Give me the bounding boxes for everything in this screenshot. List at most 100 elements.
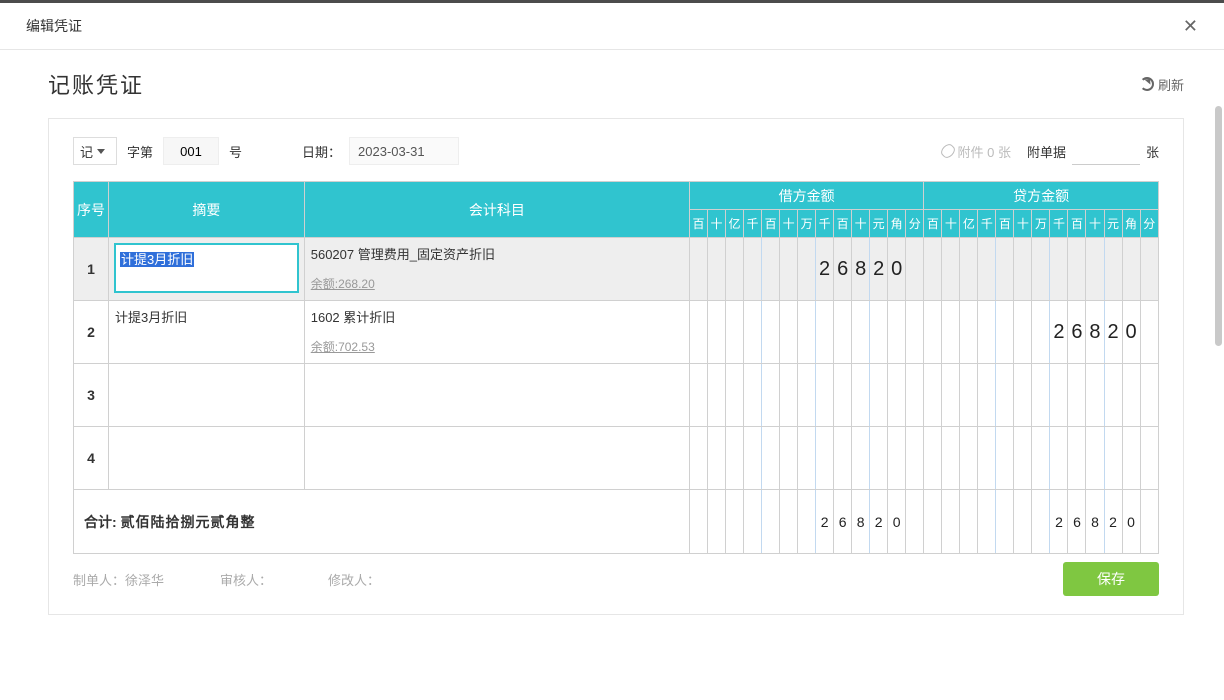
credit-digit-cell[interactable] xyxy=(978,238,996,301)
credit-digit-cell[interactable] xyxy=(1140,238,1158,301)
credit-digit-cell[interactable] xyxy=(1050,427,1068,490)
credit-digit-cell[interactable]: 8 xyxy=(1086,490,1104,554)
debit-digit-cell[interactable] xyxy=(870,427,888,490)
credit-digit-cell[interactable] xyxy=(1086,427,1104,490)
debit-digit-cell[interactable] xyxy=(798,301,816,364)
debit-digit-cell[interactable] xyxy=(888,364,906,427)
credit-digit-cell[interactable] xyxy=(1050,238,1068,301)
debit-digit-cell[interactable] xyxy=(834,364,852,427)
debit-digit-cell[interactable] xyxy=(780,490,798,554)
debit-digit-cell[interactable] xyxy=(852,301,870,364)
account-cell[interactable]: 560207 管理费用_固定资产折旧余额:268.20 xyxy=(304,238,689,301)
credit-digit-cell[interactable]: 2 xyxy=(1050,490,1068,554)
debit-digit-cell[interactable]: 2 xyxy=(816,490,834,554)
credit-digit-cell[interactable] xyxy=(960,301,978,364)
credit-digit-cell[interactable]: 2 xyxy=(1104,490,1122,554)
debit-digit-cell[interactable] xyxy=(816,364,834,427)
debit-digit-cell[interactable] xyxy=(852,364,870,427)
credit-digit-cell[interactable] xyxy=(1104,427,1122,490)
credit-digit-cell[interactable]: 6 xyxy=(1068,301,1086,364)
account-cell[interactable]: 1602 累计折旧余额:702.53 xyxy=(304,301,689,364)
credit-digit-cell[interactable] xyxy=(960,490,978,554)
debit-digit-cell[interactable] xyxy=(780,238,798,301)
bill-count-input[interactable] xyxy=(1072,137,1140,165)
credit-digit-cell[interactable] xyxy=(924,364,942,427)
debit-digit-cell[interactable] xyxy=(690,490,708,554)
debit-digit-cell[interactable] xyxy=(798,427,816,490)
credit-digit-cell[interactable] xyxy=(1068,238,1086,301)
credit-digit-cell[interactable] xyxy=(942,427,960,490)
debit-digit-cell[interactable] xyxy=(744,490,762,554)
debit-digit-cell[interactable] xyxy=(708,427,726,490)
credit-digit-cell[interactable]: 2 xyxy=(1104,301,1122,364)
debit-digit-cell[interactable] xyxy=(726,490,744,554)
summary-cell[interactable]: 计提3月折旧 xyxy=(109,238,305,301)
debit-digit-cell[interactable]: 2 xyxy=(870,238,888,301)
voucher-type-select[interactable]: 记 xyxy=(73,137,117,165)
balance-link[interactable]: 余额:268.20 xyxy=(311,275,375,292)
attachment-link[interactable]: 附件 0 张 xyxy=(942,142,1011,161)
credit-digit-cell[interactable] xyxy=(996,364,1014,427)
credit-digit-cell[interactable] xyxy=(1032,490,1050,554)
account-cell[interactable] xyxy=(304,427,689,490)
debit-digit-cell[interactable] xyxy=(762,238,780,301)
debit-digit-cell[interactable]: 0 xyxy=(888,238,906,301)
credit-digit-cell[interactable] xyxy=(1014,364,1032,427)
credit-digit-cell[interactable] xyxy=(1122,364,1140,427)
voucher-number-input[interactable] xyxy=(163,137,219,165)
debit-digit-cell[interactable] xyxy=(780,301,798,364)
credit-digit-cell[interactable] xyxy=(996,238,1014,301)
credit-digit-cell[interactable] xyxy=(942,490,960,554)
debit-digit-cell[interactable] xyxy=(870,301,888,364)
debit-digit-cell[interactable]: 8 xyxy=(852,490,870,554)
credit-digit-cell[interactable] xyxy=(996,490,1014,554)
credit-digit-cell[interactable] xyxy=(960,427,978,490)
credit-digit-cell[interactable] xyxy=(942,238,960,301)
summary-cell[interactable]: 计提3月折旧 xyxy=(109,301,305,364)
refresh-button[interactable]: 刷新 xyxy=(1140,75,1184,94)
credit-digit-cell[interactable] xyxy=(924,490,942,554)
debit-digit-cell[interactable] xyxy=(906,490,924,554)
credit-digit-cell[interactable] xyxy=(1122,427,1140,490)
credit-digit-cell[interactable] xyxy=(1068,427,1086,490)
credit-digit-cell[interactable] xyxy=(978,490,996,554)
debit-digit-cell[interactable] xyxy=(780,364,798,427)
credit-digit-cell[interactable] xyxy=(978,301,996,364)
debit-digit-cell[interactable]: 2 xyxy=(870,490,888,554)
debit-digit-cell[interactable] xyxy=(798,364,816,427)
scrollbar[interactable] xyxy=(1215,106,1222,346)
debit-digit-cell[interactable] xyxy=(708,490,726,554)
debit-digit-cell[interactable] xyxy=(870,364,888,427)
credit-digit-cell[interactable]: 0 xyxy=(1122,301,1140,364)
credit-digit-cell[interactable] xyxy=(1068,364,1086,427)
debit-digit-cell[interactable] xyxy=(834,427,852,490)
debit-digit-cell[interactable] xyxy=(726,301,744,364)
date-input[interactable]: 2023-03-31 xyxy=(349,137,459,165)
debit-digit-cell[interactable] xyxy=(780,427,798,490)
credit-digit-cell[interactable] xyxy=(1014,427,1032,490)
debit-digit-cell[interactable] xyxy=(834,301,852,364)
debit-digit-cell[interactable] xyxy=(852,427,870,490)
debit-digit-cell[interactable] xyxy=(798,490,816,554)
credit-digit-cell[interactable] xyxy=(942,301,960,364)
debit-digit-cell[interactable] xyxy=(906,427,924,490)
summary-input[interactable]: 计提3月折旧 xyxy=(114,243,299,293)
credit-digit-cell[interactable] xyxy=(1140,364,1158,427)
debit-digit-cell[interactable] xyxy=(762,490,780,554)
debit-digit-cell[interactable] xyxy=(690,301,708,364)
debit-digit-cell[interactable] xyxy=(690,364,708,427)
debit-digit-cell[interactable] xyxy=(906,301,924,364)
debit-digit-cell[interactable] xyxy=(798,238,816,301)
debit-digit-cell[interactable] xyxy=(762,364,780,427)
credit-digit-cell[interactable] xyxy=(1014,238,1032,301)
credit-digit-cell[interactable] xyxy=(978,427,996,490)
debit-digit-cell[interactable] xyxy=(906,364,924,427)
debit-digit-cell[interactable] xyxy=(726,238,744,301)
credit-digit-cell[interactable] xyxy=(1086,364,1104,427)
credit-digit-cell[interactable] xyxy=(960,364,978,427)
credit-digit-cell[interactable] xyxy=(1014,490,1032,554)
credit-digit-cell[interactable] xyxy=(978,364,996,427)
credit-digit-cell[interactable] xyxy=(1140,427,1158,490)
credit-digit-cell[interactable]: 6 xyxy=(1068,490,1086,554)
credit-digit-cell[interactable] xyxy=(996,427,1014,490)
